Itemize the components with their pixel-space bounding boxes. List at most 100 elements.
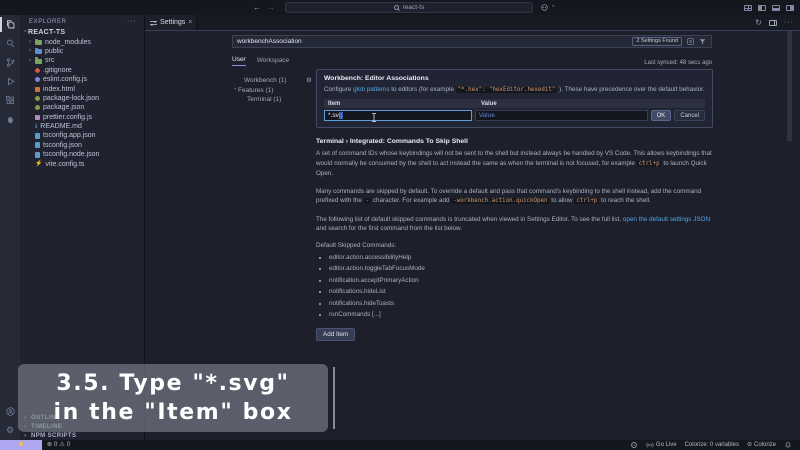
value-input[interactable]: Value (474, 110, 648, 121)
clear-search-icon[interactable] (686, 37, 695, 46)
folder-item[interactable]: › node_modules (20, 37, 144, 46)
setting-gear-icon[interactable]: ⚙ (306, 77, 312, 85)
history-icon[interactable]: ↻ (755, 18, 762, 27)
folder-item[interactable]: › public (20, 47, 144, 56)
toggle-sidebar-icon[interactable] (758, 4, 766, 11)
file-item[interactable]: index.html (20, 84, 144, 93)
extensions-activity-button[interactable] (0, 91, 20, 110)
add-item-button[interactable]: Add Item (316, 327, 356, 341)
file-item[interactable]: .gitignore (20, 66, 144, 75)
file-item[interactable]: prettier.config.js (20, 113, 144, 122)
npm-scripts-section[interactable]: › NPM SCRIPTS (20, 431, 144, 440)
account-icon (5, 407, 15, 416)
problems-status[interactable]: ⊗ 0 ⚠ 0 (47, 442, 70, 448)
explorer-more-actions-icon[interactable]: ··· (127, 18, 137, 25)
setting-editor-associations: Workbench: Editor Associations Configure… (316, 69, 713, 128)
chevron-right-icon: › (24, 431, 27, 439)
skipped-commands-heading: Default Skipped Commands: (316, 241, 397, 249)
setting-paragraph: A set of command IDs whose keybindings w… (316, 150, 712, 177)
cancel-button[interactable]: Cancel (674, 110, 705, 121)
status-bar: ⚡ ⊗ 0 ⚠ 0 Go Live Colorize: 0 variables … (0, 440, 800, 450)
explorer-activity-button[interactable] (0, 15, 20, 34)
value-input-placeholder: Value (478, 112, 495, 119)
file-item[interactable]: eslint.config.js (20, 75, 144, 84)
editor-scrollbar[interactable] (787, 31, 792, 141)
folder-item[interactable]: › src (20, 56, 144, 65)
command-center-search[interactable]: react-ts (285, 2, 533, 13)
nav-forward-icon[interactable]: → (267, 3, 275, 12)
folder-label: src (45, 57, 55, 65)
copilot-icon (631, 442, 637, 448)
settings-search-input[interactable]: workbenchAssociation 2 Settings Found (232, 35, 712, 48)
toggle-secondary-sidebar-icon[interactable] (786, 4, 794, 11)
item-column-header: Item (328, 100, 341, 107)
tab-user[interactable]: User (232, 56, 246, 66)
close-icon[interactable]: × (188, 19, 192, 26)
file-label: prettier.config.js (43, 113, 93, 121)
tab-workspace[interactable]: Workspace (257, 57, 289, 66)
file-item[interactable]: tsconfig.node.json (20, 150, 144, 159)
caption-side-bar (333, 367, 335, 429)
html-file-icon (35, 86, 40, 92)
list-item: notification.acceptPrimaryAction (329, 277, 713, 284)
search-activity-button[interactable] (0, 34, 20, 53)
extension-hand-activity-button[interactable] (0, 110, 20, 129)
prettier-file-icon (35, 114, 40, 120)
open-default-settings-link[interactable]: open the default settings JSON (623, 216, 710, 223)
setting-title: Terminal › Integrated: Commands To Skip … (316, 138, 468, 145)
file-label: eslint.config.js (43, 76, 87, 84)
go-live-button[interactable]: Go Live (646, 441, 677, 449)
error-icon: ⊗ (47, 442, 53, 448)
file-label: tsconfig.app.json (43, 132, 96, 140)
file-item[interactable]: tsconfig.json (20, 141, 144, 150)
file-item[interactable]: ℹ README.md (20, 122, 144, 131)
customize-layout-icon[interactable] (744, 4, 752, 11)
copilot-status[interactable] (630, 441, 638, 449)
search-icon (393, 5, 399, 10)
remote-indicator[interactable]: ⚡ (0, 440, 42, 450)
tab-settings[interactable]: Settings × (145, 15, 197, 30)
settings-search-value: workbenchAssociation (237, 38, 302, 45)
toc-workbench[interactable]: Workbench (1) (232, 76, 306, 86)
list-item: editor.action.toggleTabFocusMode (329, 265, 713, 272)
setting-paragraph: Many commands are skipped by default. To… (316, 187, 702, 204)
nav-back-icon[interactable]: ← (253, 3, 261, 12)
run-debug-activity-button[interactable] (0, 72, 20, 91)
list-item: notifications.hideToasts (329, 300, 713, 307)
setting-description: Configure glob patterns to editors (for … (324, 86, 705, 93)
toggle-panel-icon[interactable] (772, 4, 780, 11)
tutorial-caption: 3.5. Type "*.svg" in the "Item" box (18, 364, 328, 432)
command-center-text: react-ts (402, 4, 425, 11)
notifications-button[interactable] (784, 441, 792, 449)
bell-icon (785, 442, 791, 448)
skipped-commands-list: editor.action.accessibilityHelp editor.a… (329, 254, 713, 319)
colorize-label: Colorize (753, 442, 776, 448)
tree-root[interactable]: › REACT-TS (20, 28, 144, 37)
toc-terminal[interactable]: Terminal (1) (232, 95, 306, 105)
item-input[interactable]: *.svg (324, 110, 472, 122)
settings-toc: Workbench (1) › Features (1) Terminal (1… (231, 76, 306, 105)
source-control-activity-button[interactable] (0, 53, 20, 72)
account-button[interactable] (0, 402, 20, 421)
more-actions-icon[interactable]: ··· (784, 19, 794, 26)
file-item[interactable]: ⚡ vite.config.ts (20, 159, 144, 168)
file-item[interactable]: tsconfig.app.json (20, 131, 144, 140)
tab-label: Settings (160, 19, 186, 26)
toc-features[interactable]: › Features (1) (231, 86, 306, 96)
file-item[interactable]: package.json (20, 103, 144, 112)
file-label: tsconfig.node.json (43, 151, 100, 159)
filter-icon[interactable] (698, 37, 707, 46)
inline-code: -workbench.action.quickOpen (451, 198, 550, 204)
hand-icon (7, 116, 13, 124)
ok-button[interactable]: OK (650, 110, 672, 121)
split-editor-icon[interactable] (769, 19, 777, 26)
folder-label: node_modules (45, 38, 91, 46)
manage-button[interactable]: ⚙ (0, 421, 20, 440)
glob-patterns-link[interactable]: glob patterns (353, 86, 389, 93)
setting-title: Workbench: Editor Associations (324, 75, 429, 82)
colorize-toggle[interactable]: ⊘ Colorize (747, 442, 776, 448)
copilot-menu-button[interactable]: › (540, 3, 557, 12)
colorize-variables-status[interactable]: Colorize: 0 variables (685, 442, 739, 448)
vite-lightning-icon: ⚡ (35, 161, 43, 168)
file-item[interactable]: package-lock.json (20, 94, 144, 103)
